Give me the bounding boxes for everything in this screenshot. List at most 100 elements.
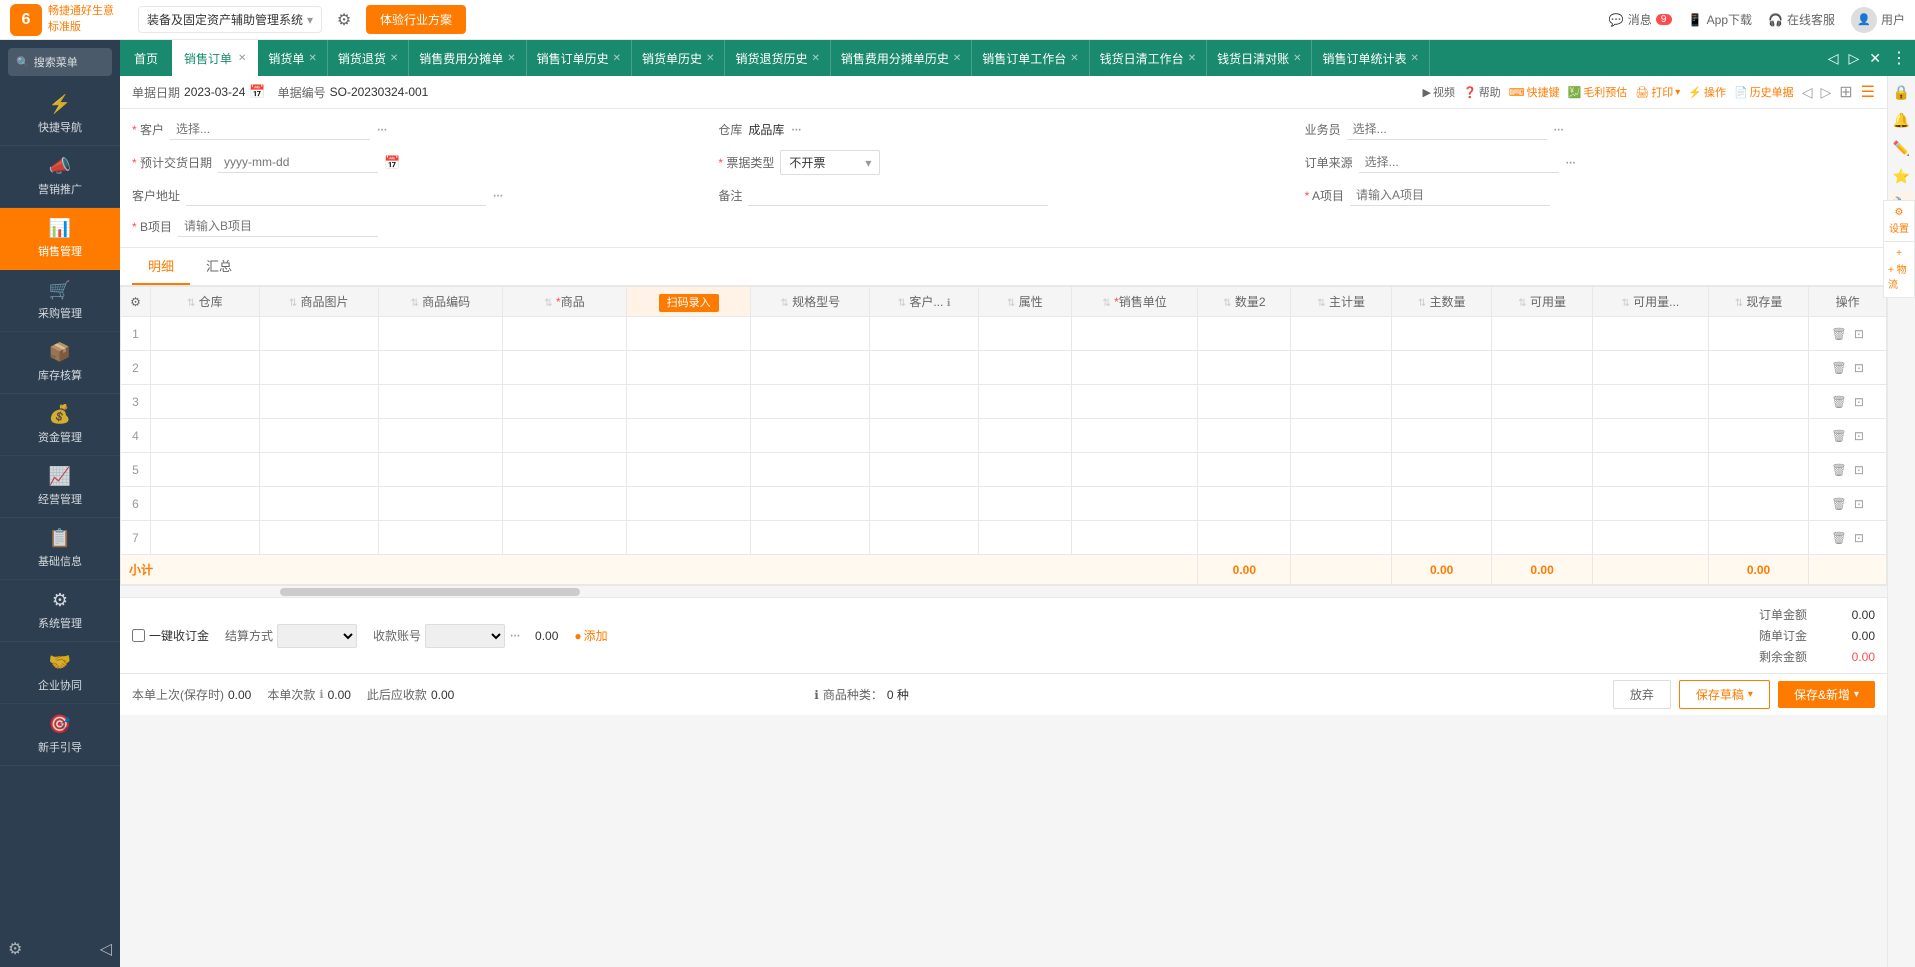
view-btn[interactable]: ▶ 视频 [1423, 84, 1455, 100]
row-1-warehouse[interactable] [151, 317, 260, 351]
tab-expense-split[interactable]: 销售费用分摊单 ✕ [409, 40, 526, 76]
tab-close-note-hist[interactable]: ✕ [706, 53, 714, 64]
row-1-qty2[interactable] [1198, 317, 1291, 351]
sidebar-item-marketing[interactable]: 📣 营销推广 [0, 146, 120, 208]
invoice-select[interactable]: 不开票 ▾ [780, 150, 880, 175]
calendar-icon[interactable]: 📅 [249, 84, 265, 100]
auto-collect-input[interactable] [132, 629, 145, 642]
tab-detail[interactable]: 明细 [132, 248, 190, 285]
row-2-copy-btn[interactable]: ⊡ [1854, 361, 1864, 375]
delivery-calendar-icon[interactable]: 📅 [384, 155, 400, 171]
collapse-icon[interactable]: ◁ [100, 939, 112, 959]
save-draft-button[interactable]: 保存草稿 ▾ [1679, 680, 1770, 709]
sidebar-item-operations[interactable]: 📈 经营管理 [0, 456, 120, 518]
row-7-delete-btn[interactable]: 🗑 [1831, 531, 1846, 545]
col-settings-header[interactable]: ⚙ [121, 287, 151, 317]
row-1-customer-code[interactable] [870, 317, 978, 351]
next-record-btn[interactable]: ▷ [1820, 84, 1831, 101]
row-1-attr[interactable] [978, 317, 1071, 351]
tab-expense-history[interactable]: 销售费用分摊单历史 ✕ [831, 40, 972, 76]
tab-close-workbench[interactable]: ✕ [1070, 53, 1078, 64]
scroll-thumb[interactable] [280, 588, 580, 596]
tab-close-reconcile[interactable]: ✕ [1293, 53, 1301, 64]
list-view-btn[interactable]: ☰ [1861, 82, 1875, 102]
customer-more[interactable]: ··· [376, 121, 386, 139]
row-1-unit[interactable] [1071, 317, 1197, 351]
tab-close-stats[interactable]: ✕ [1411, 53, 1419, 64]
tab-daily-workbench[interactable]: 钱货日清工作台 ✕ [1090, 40, 1207, 76]
table-scrollbar[interactable] [120, 585, 1887, 597]
row-7-copy-btn[interactable]: ⊡ [1854, 531, 1864, 545]
tab-return[interactable]: 销货退货 ✕ [328, 40, 409, 76]
row-1-main-unit[interactable] [1291, 317, 1391, 351]
row-1-code[interactable] [378, 317, 502, 351]
tab-prev-arrow[interactable]: ◁ [1824, 50, 1843, 67]
add-material-btn[interactable]: + + 物流 [1883, 242, 1887, 298]
row-1-copy-btn[interactable]: ⊡ [1854, 327, 1864, 341]
discard-button[interactable]: 放弃 [1613, 680, 1671, 709]
row-3-delete-btn[interactable]: 🗑 [1831, 395, 1846, 409]
row-6-delete-btn[interactable]: 🗑 [1831, 497, 1846, 511]
sidebar-item-system[interactable]: ⚙ 系统管理 [0, 580, 120, 642]
warehouse-value[interactable]: 成品库 [748, 121, 784, 138]
right-panel-edit-btn[interactable]: ✏️ [1890, 136, 1914, 160]
help-btn[interactable]: ❓ 帮助 [1463, 84, 1501, 100]
warehouse-more[interactable]: ··· [790, 121, 800, 139]
customer-input[interactable] [170, 119, 370, 140]
col-scan-header[interactable]: 扫码录入 [627, 287, 751, 317]
row-1-main-qty[interactable] [1391, 317, 1491, 351]
tab-sales-order[interactable]: 销售订单 ✕ [172, 40, 258, 76]
payment-method-select[interactable] [277, 624, 357, 648]
right-panel-lock-btn[interactable]: 🔒 [1890, 80, 1914, 104]
save-new-button[interactable]: 保存&新增 ▾ [1778, 681, 1875, 708]
tab-close-expense-hist[interactable]: ✕ [953, 53, 961, 64]
tab-order-history[interactable]: 销售订单历史 ✕ [527, 40, 632, 76]
tab-close-sales[interactable]: ✕ [238, 53, 246, 64]
grid-view-btn[interactable]: ⊞ [1839, 82, 1852, 102]
sidebar-item-inventory[interactable]: 📦 库存核算 [0, 332, 120, 394]
amount-value[interactable]: 0.00 [535, 629, 558, 643]
profit-btn[interactable]: 💹 毛利预估 [1568, 84, 1628, 100]
tab-close-return-hist[interactable]: ✕ [811, 53, 819, 64]
date-value[interactable]: 2023-03-24 [184, 85, 245, 99]
scan-btn[interactable]: 扫码录入 [659, 294, 719, 312]
row-1-delete-btn[interactable]: 🗑 [1831, 327, 1846, 341]
right-panel-star-btn[interactable]: ⭐ [1890, 164, 1914, 188]
order-source-more[interactable]: ··· [1565, 154, 1575, 172]
tab-close-expense[interactable]: ✕ [507, 53, 515, 64]
sidebar-item-finance[interactable]: 💰 资金管理 [0, 394, 120, 456]
order-source-input[interactable] [1359, 152, 1559, 173]
current-owe-info[interactable]: ℹ [319, 688, 323, 701]
row-4-copy-btn[interactable]: ⊡ [1854, 429, 1864, 443]
tab-return-history[interactable]: 销货退货历史 ✕ [725, 40, 830, 76]
row-1-spec[interactable] [751, 317, 870, 351]
row-5-delete-btn[interactable]: 🗑 [1831, 463, 1846, 477]
auto-collect-checkbox[interactable]: 一键收订金 [132, 627, 209, 644]
tab-next-arrow[interactable]: ▷ [1844, 50, 1863, 67]
tab-stats[interactable]: 销售订单统计表 ✕ [1312, 40, 1429, 76]
add-btn[interactable]: ● 添加 [574, 627, 607, 644]
staff-input[interactable] [1347, 119, 1547, 140]
tab-close-note[interactable]: ✕ [308, 53, 316, 64]
tab-close-all[interactable]: ✕ [1865, 50, 1885, 67]
tab-note-history[interactable]: 销货单历史 ✕ [632, 40, 725, 76]
app-download-btn[interactable]: 📱 App下载 [1688, 11, 1752, 28]
account-select[interactable] [425, 624, 505, 648]
row-2-delete-btn[interactable]: 🗑 [1831, 361, 1846, 375]
print-btn[interactable]: 🖨 打印 ▾ [1635, 84, 1680, 100]
settings-float-btn[interactable]: ⚙ 设置 [1883, 200, 1887, 242]
staff-more[interactable]: ··· [1553, 121, 1563, 139]
tab-summary[interactable]: 汇总 [190, 248, 248, 285]
online-service-btn[interactable]: 🎧 在线客服 [1768, 11, 1835, 28]
note-input[interactable] [748, 185, 1048, 206]
tab-sales-note[interactable]: 销货单 ✕ [258, 40, 327, 76]
sidebar-item-purchase[interactable]: 🛒 采购管理 [0, 270, 120, 332]
b-project-input[interactable] [178, 216, 378, 237]
tab-close-daily[interactable]: ✕ [1188, 53, 1196, 64]
right-panel-bell-btn[interactable]: 🔔 [1890, 108, 1914, 132]
system-selector[interactable]: 装备及固定资产辅助管理系统 ▾ [138, 6, 322, 33]
sidebar-item-sales[interactable]: 📊 销售管理 [0, 208, 120, 270]
operation-btn[interactable]: ⚡ 操作 [1688, 84, 1726, 100]
row-1-product[interactable] [502, 317, 626, 351]
order-no-value[interactable]: SO-20230324-001 [330, 85, 429, 99]
